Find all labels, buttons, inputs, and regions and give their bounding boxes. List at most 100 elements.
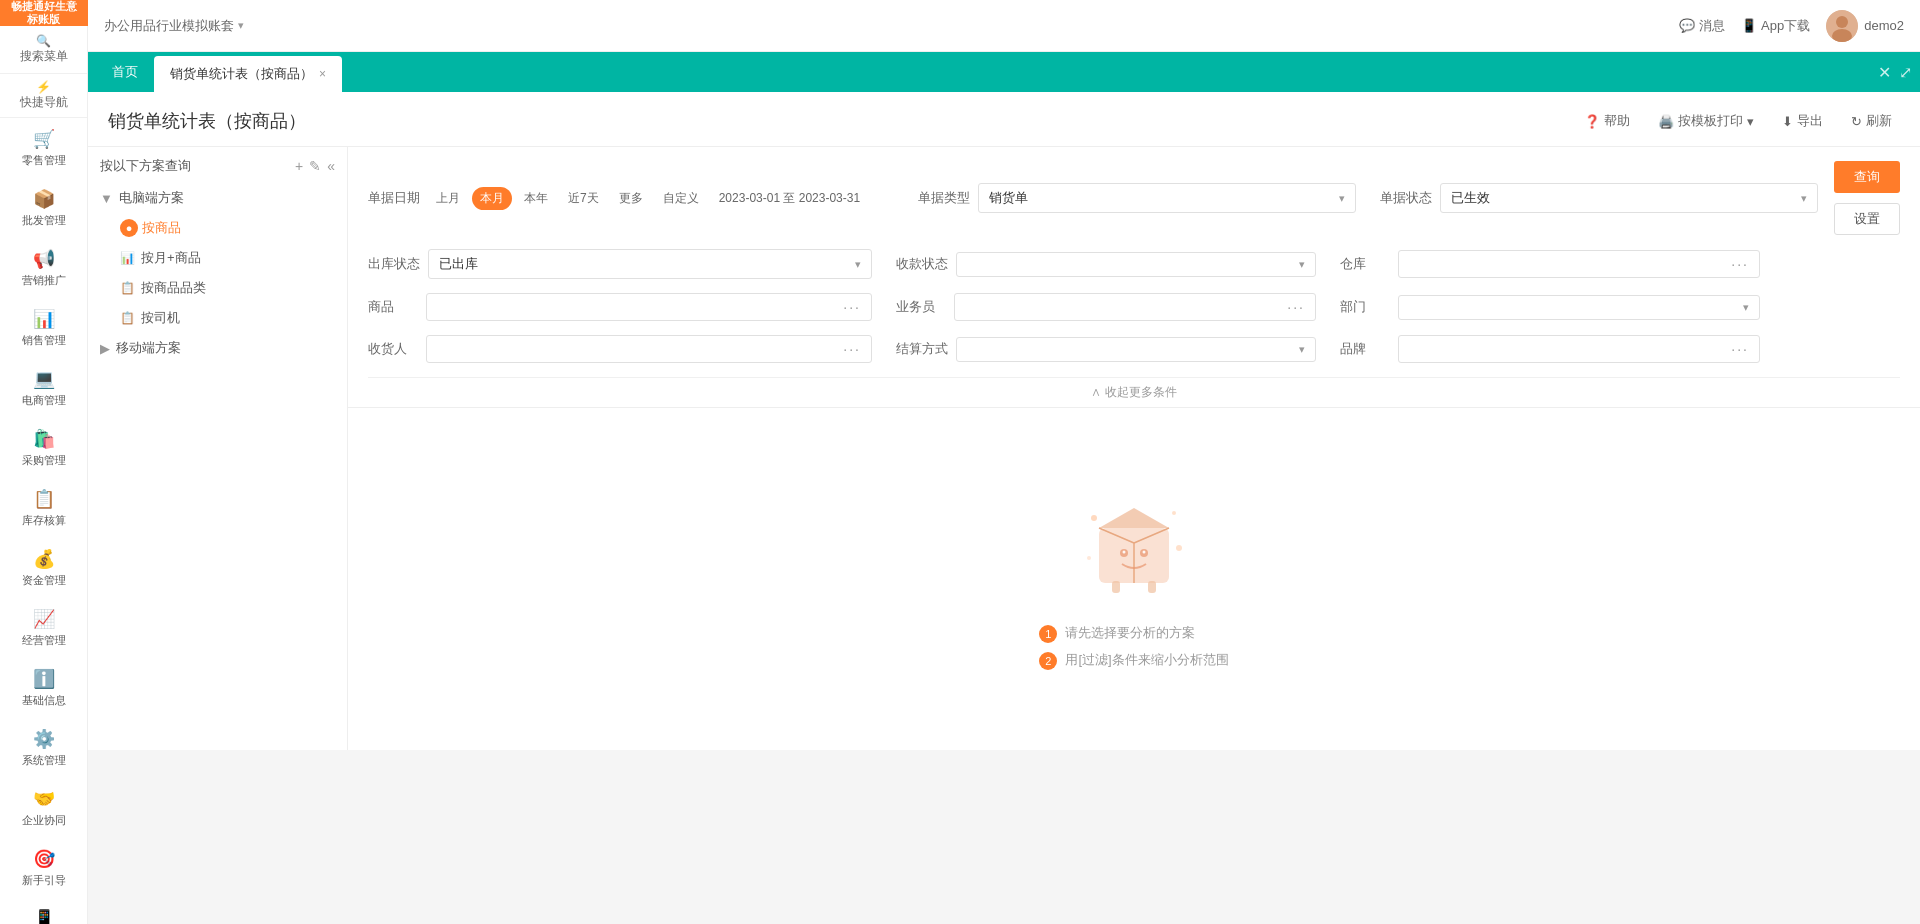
refresh-label: 刷新 <box>1866 112 1892 130</box>
sidebar-item-enterprise[interactable]: 🤝企业协同 <box>22 778 66 838</box>
tree-item-by-goods[interactable]: ● 按商品 <box>88 213 347 243</box>
print-btn[interactable]: 🖨️ 按模板打印 ▾ <box>1650 108 1762 134</box>
warehouse-status-select[interactable]: 已出库 ▾ <box>428 249 872 279</box>
by-driver-label: 按司机 <box>141 309 180 327</box>
doc-status-arrow: ▾ <box>1801 192 1807 205</box>
warehouse-status-label: 出库状态 <box>368 255 420 273</box>
tabbar: 首页 销货单统计表（按商品） × ✕ ⤢ <box>88 52 1920 92</box>
newbie-icon: 🎯 <box>33 848 55 870</box>
left-panel: 按以下方案查询 + ✎ « ▼ 电脑端方案 <box>88 147 348 750</box>
tab-close-icon[interactable]: × <box>319 67 326 81</box>
sidebar-item-retail[interactable]: 🛒零售管理 <box>22 118 66 178</box>
sidebar: 畅捷通好生意 标账版 🔍 搜索菜单 ⚡ 快捷导航 🛒零售管理📦批发管理📢营销推广… <box>0 0 88 924</box>
industry-title[interactable]: 办公用品行业模拟账套 ▾ <box>104 17 244 35</box>
collection-status-arrow: ▾ <box>1299 258 1305 271</box>
retail-icon: 🛒 <box>33 128 55 150</box>
filter-row-3: 商品 ··· 业务员 ··· <box>368 293 1900 321</box>
date-tab-this-month[interactable]: 本月 <box>472 187 512 210</box>
quick-nav-label: 快捷导航 <box>0 94 87 111</box>
industry-name: 办公用品行业模拟账套 <box>104 17 234 35</box>
receiver-dots: ··· <box>843 341 861 357</box>
sidebar-item-basic[interactable]: ℹ️基础信息 <box>22 658 66 718</box>
sidebar-item-wholesale[interactable]: 📦批发管理 <box>22 178 66 238</box>
settlement-select[interactable]: ▾ <box>956 337 1316 362</box>
category-icon: 📋 <box>120 281 135 295</box>
sidebar-item-marketing[interactable]: 📢营销推广 <box>22 238 66 298</box>
industry-dropdown-arrow: ▾ <box>238 19 244 32</box>
settings-button[interactable]: 设置 <box>1834 203 1900 235</box>
doc-type-arrow: ▾ <box>1339 192 1345 205</box>
user-profile[interactable]: demo2 <box>1826 10 1904 42</box>
phone-icon: 📱 <box>1741 18 1757 33</box>
date-tab-last-month[interactable]: 上月 <box>428 187 468 210</box>
quick-nav-icon: ⚡ <box>0 80 87 94</box>
filter-brand-item: 品牌 ··· <box>1340 335 1760 363</box>
query-button[interactable]: 查询 <box>1834 161 1900 193</box>
date-tab-more[interactable]: 更多 <box>611 187 651 210</box>
edit-scheme-btn[interactable]: ✎ <box>309 158 321 174</box>
date-tab-this-year[interactable]: 本年 <box>516 187 556 210</box>
sidebar-item-finance[interactable]: 💰 资金管理 <box>22 538 66 598</box>
settlement-arrow: ▾ <box>1299 343 1305 356</box>
date-range-text: 2023-03-01 至 2023-03-31 <box>719 190 860 207</box>
tree-item-by-category[interactable]: 📋 按商品品类 <box>88 273 347 303</box>
svg-point-11 <box>1172 511 1176 515</box>
page-header: 销货单统计表（按商品） ❓ 帮助 🖨️ 按模板打印 ▾ ⬇ 导出 <box>88 92 1920 147</box>
sidebar-item-appcenter[interactable]: 📱应用中心 <box>22 898 66 924</box>
empty-tip-1: 1 请先选择要分析的方案 <box>1039 624 1228 643</box>
user-name: demo2 <box>1864 18 1904 33</box>
export-btn[interactable]: ⬇ 导出 <box>1774 108 1831 134</box>
salesperson-select[interactable]: ··· <box>954 293 1316 321</box>
finance-icon: 💰 <box>33 548 55 570</box>
sidebar-item-newbie[interactable]: 🎯新手引导 <box>22 838 66 898</box>
collection-status-label: 收款状态 <box>896 255 948 273</box>
message-action[interactable]: 💬 消息 <box>1679 17 1725 35</box>
message-label: 消息 <box>1699 17 1725 35</box>
sidebar-item-system[interactable]: ⚙️系统管理 <box>22 718 66 778</box>
print-dropdown-icon: ▾ <box>1747 114 1754 129</box>
driver-icon: 📋 <box>120 311 135 325</box>
tree-item-pc[interactable]: ▼ 电脑端方案 <box>88 183 347 213</box>
sidebar-item-operations[interactable]: 📈经营管理 <box>22 598 66 658</box>
quick-nav[interactable]: ⚡ 快捷导航 <box>0 74 87 118</box>
collapse-panel-btn[interactable]: « <box>327 158 335 174</box>
tree-item-by-month-goods[interactable]: 📊 按月+商品 <box>88 243 347 273</box>
export-label: 导出 <box>1797 112 1823 130</box>
svg-point-1 <box>1836 16 1848 28</box>
warehouse-select[interactable]: ··· <box>1398 250 1760 278</box>
date-tab-custom[interactable]: 自定义 <box>655 187 707 210</box>
sidebar-search[interactable]: 🔍 搜索菜单 <box>0 26 87 74</box>
sidebar-item-ecommerce[interactable]: 💻电商管理 <box>22 358 66 418</box>
receiver-select[interactable]: ··· <box>426 335 872 363</box>
app-download-action[interactable]: 📱 App下载 <box>1741 17 1810 35</box>
filter-row-4: 收货人 ··· 结算方式 ▾ <box>368 335 1900 363</box>
sidebar-item-purchase[interactable]: 🛍️采购管理 <box>22 418 66 478</box>
sidebar-item-sales[interactable]: 📊销售管理 <box>22 298 66 358</box>
empty-tip-2: 2 用[过滤]条件来缩小分析范围 <box>1039 651 1228 670</box>
basic-label: 基础信息 <box>22 693 66 708</box>
tree-item-by-driver[interactable]: 📋 按司机 <box>88 303 347 333</box>
doc-status-select[interactable]: 已生效 ▾ <box>1440 183 1818 213</box>
filter-warehouse-status-item: 出库状态 已出库 ▾ <box>368 249 872 279</box>
add-scheme-btn[interactable]: + <box>295 158 303 174</box>
tab-sales-stats[interactable]: 销货单统计表（按商品） × <box>154 56 342 92</box>
finance-label: 资金管理 <box>22 573 66 588</box>
doc-type-select[interactable]: 销货单 ▾ <box>978 183 1356 213</box>
brand-select[interactable]: ··· <box>1398 335 1760 363</box>
refresh-btn[interactable]: ↻ 刷新 <box>1843 108 1900 134</box>
help-btn[interactable]: ❓ 帮助 <box>1576 108 1638 134</box>
tab-home[interactable]: 首页 <box>96 52 154 92</box>
sidebar-item-inventory[interactable]: 📋库存核算 <box>22 478 66 538</box>
receiver-label: 收货人 <box>368 340 418 358</box>
goods-select[interactable]: ··· <box>426 293 872 321</box>
ecommerce-label: 电商管理 <box>22 393 66 408</box>
department-select[interactable]: ▾ <box>1398 295 1760 320</box>
operations-label: 经营管理 <box>22 633 66 648</box>
close-window-icon[interactable]: ✕ <box>1878 63 1891 82</box>
collection-status-select[interactable]: ▾ <box>956 252 1316 277</box>
tree-item-mobile[interactable]: ▶ 移动端方案 <box>88 333 347 363</box>
date-tabs: 上月 本月 本年 近7天 更多 自定义 <box>428 187 707 210</box>
date-tab-7days[interactable]: 近7天 <box>560 187 607 210</box>
maximize-icon[interactable]: ⤢ <box>1899 63 1912 82</box>
collapse-bar[interactable]: ∧ 收起更多条件 <box>368 377 1900 407</box>
